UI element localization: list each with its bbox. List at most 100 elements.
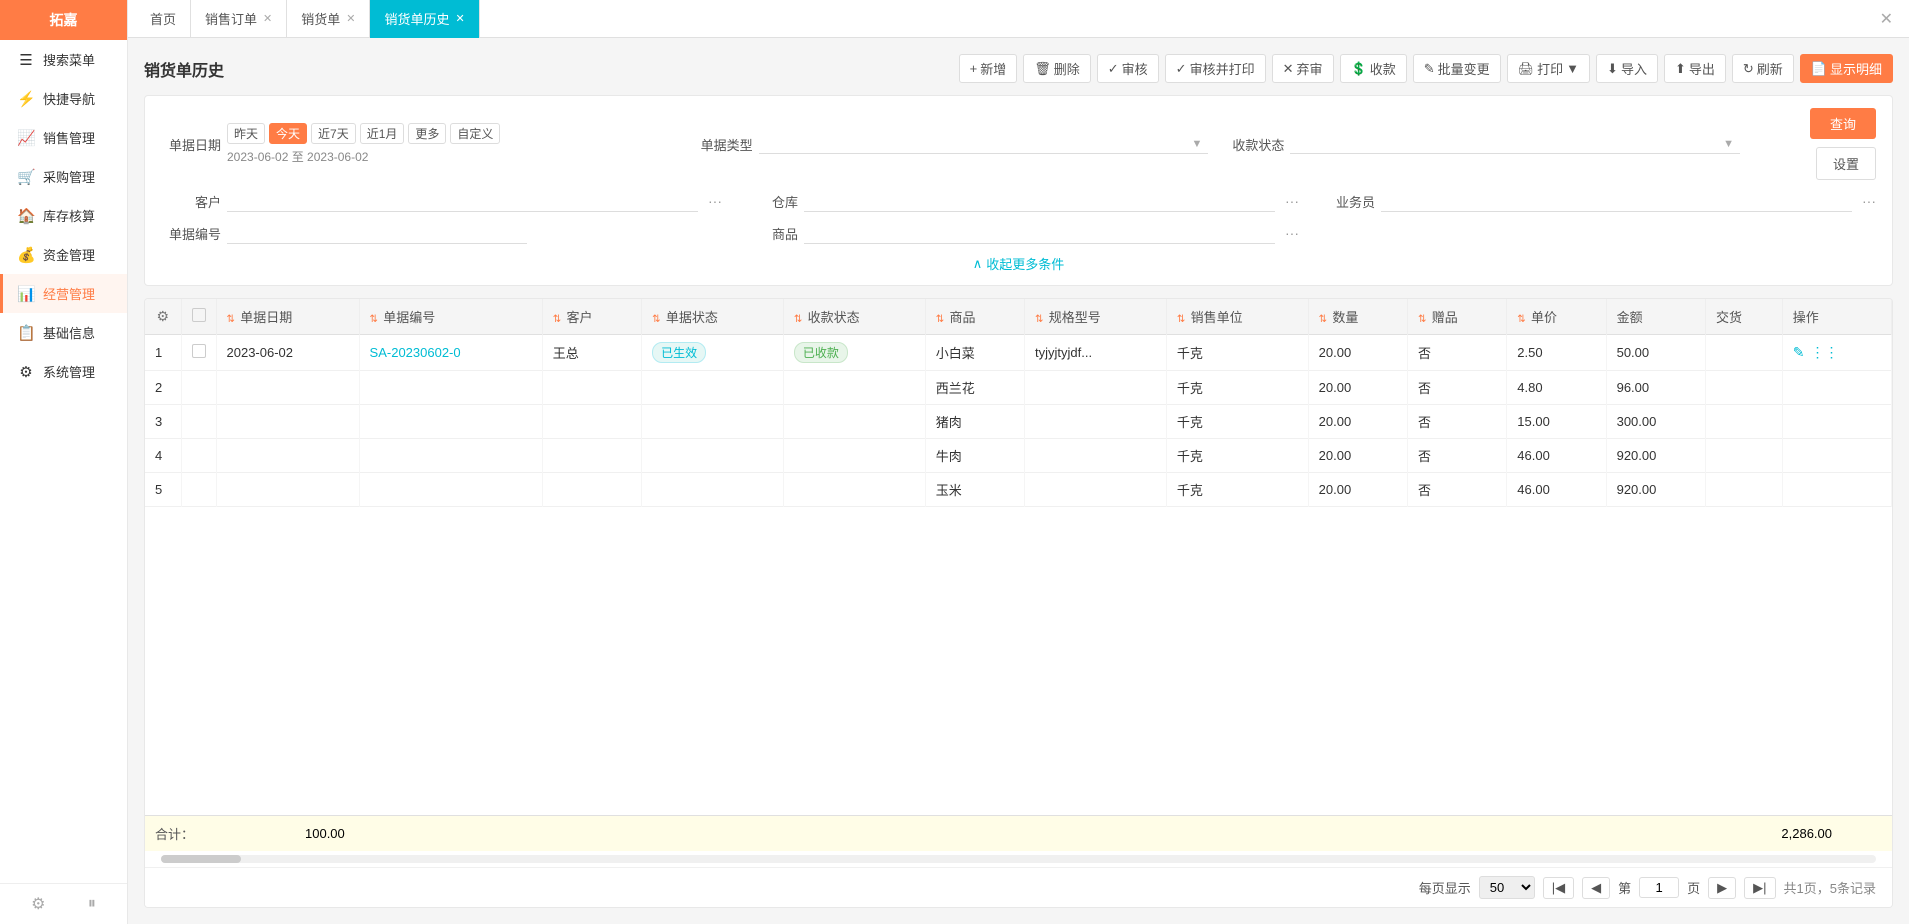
doc-no-input[interactable] xyxy=(227,222,527,244)
show-details-icon: 📄 xyxy=(1811,61,1827,77)
tab-home[interactable]: 首页 xyxy=(136,0,191,38)
salesperson-dots-icon[interactable]: ··· xyxy=(1862,193,1876,209)
export-button[interactable]: ⬆ 导出 xyxy=(1664,54,1726,83)
date-btn-more[interactable]: 更多 xyxy=(408,123,446,144)
customer-input[interactable] xyxy=(227,190,698,212)
sidebar-item-sales-mgmt[interactable]: 📈 销售管理 xyxy=(0,118,127,157)
sidebar-item-purchase-mgmt[interactable]: 🛒 采购管理 xyxy=(0,157,127,196)
select-all-checkbox[interactable] xyxy=(192,308,206,322)
salesperson-input[interactable] xyxy=(1381,190,1852,212)
cell-collect-status xyxy=(783,371,925,405)
delete-button[interactable]: 🗑 删除 xyxy=(1023,54,1091,83)
col-qty: ⇅ 数量 xyxy=(1308,299,1407,335)
sidebar-item-search-menu[interactable]: ☰ 搜索菜单 xyxy=(0,40,127,79)
doc-type-select[interactable]: ▼ xyxy=(759,135,1209,154)
date-btn-today[interactable]: 今天 xyxy=(269,123,307,144)
filter-right-section: 查询 设置 xyxy=(1756,108,1876,180)
date-btn-1month[interactable]: 近1月 xyxy=(360,123,405,144)
tab-home-label: 首页 xyxy=(150,9,176,28)
audit-button[interactable]: ✓ 审核 xyxy=(1097,54,1159,83)
col-doc-status: ⇅ 单据状态 xyxy=(642,299,784,335)
query-button[interactable]: 查询 xyxy=(1810,108,1876,139)
tab-delivery-history-close[interactable]: ✕ xyxy=(456,12,465,25)
sidebar-item-quick-nav[interactable]: ⚡ 快捷导航 xyxy=(0,79,127,118)
more-action-icon[interactable]: ⋮⋮ xyxy=(1811,344,1839,361)
tab-delivery-close[interactable]: ✕ xyxy=(346,12,355,25)
collect-status-select[interactable]: ▼ xyxy=(1290,135,1740,154)
goods-dots-icon[interactable]: ··· xyxy=(1285,225,1299,241)
horizontal-scrollbar[interactable] xyxy=(161,855,1876,863)
sidebar-item-sys-admin[interactable]: ⚙ 系统管理 xyxy=(0,352,127,391)
sidebar-item-operations[interactable]: 📊 经营管理 xyxy=(0,274,127,313)
sidebar-item-basic-info[interactable]: 📋 基础信息 xyxy=(0,313,127,352)
cell-price: 46.00 xyxy=(1507,439,1606,473)
tab-delivery[interactable]: 销货单 ✕ xyxy=(287,0,370,38)
table-settings-icon[interactable]: ⚙ xyxy=(156,308,169,324)
sidebar-collapse-icon[interactable]: ⏸ xyxy=(88,895,96,913)
cell-spec xyxy=(1025,371,1167,405)
sidebar-settings-icon[interactable]: ⚙ xyxy=(31,894,45,914)
cell-gift: 否 xyxy=(1407,371,1506,405)
col-doc-status-label: 单据状态 xyxy=(666,310,718,325)
salesperson-filter-field: 业务员 ··· xyxy=(1315,190,1876,212)
audit-print-button[interactable]: ✓ 审核并打印 xyxy=(1165,54,1266,83)
cell-collect-status xyxy=(783,473,925,507)
goods-input[interactable] xyxy=(804,222,1275,244)
tab-delivery-history[interactable]: 销货单历史 ✕ xyxy=(370,0,479,38)
add-button[interactable]: + 新增 xyxy=(959,54,1018,83)
tab-delivery-label: 销货单 xyxy=(301,9,340,28)
page-first-btn[interactable]: |◀ xyxy=(1543,877,1574,899)
cell-goods: 牛肉 xyxy=(925,439,1024,473)
show-details-button[interactable]: 📄 显示明细 xyxy=(1800,54,1893,83)
date-btn-custom[interactable]: 自定义 xyxy=(450,123,500,144)
warehouse-input[interactable] xyxy=(804,190,1275,212)
col-transaction: 交货 xyxy=(1705,299,1782,335)
cell-qty: 20.00 xyxy=(1308,473,1407,507)
page-prev-btn[interactable]: ◀ xyxy=(1582,877,1610,899)
cell-price: 15.00 xyxy=(1507,405,1606,439)
print-button[interactable]: 🖨 打印 ▼ xyxy=(1507,54,1590,83)
scrollbar-thumb[interactable] xyxy=(161,855,241,863)
tab-bar-close-btn[interactable]: ✕ xyxy=(1872,9,1901,29)
cell-goods: 西兰花 xyxy=(925,371,1024,405)
refresh-button[interactable]: ↻ 刷新 xyxy=(1732,54,1794,83)
edit-action-icon[interactable]: ✎ xyxy=(1793,344,1805,361)
cell-doc-no xyxy=(359,405,542,439)
customer-dots-icon[interactable]: ··· xyxy=(708,193,722,209)
filter-row-2: 客户 ··· 仓库 ··· 业务员 ··· xyxy=(161,190,1876,212)
import-button[interactable]: ⬇ 导入 xyxy=(1596,54,1658,83)
page-next-btn[interactable]: ▶ xyxy=(1708,877,1736,899)
row-checkbox[interactable] xyxy=(192,344,206,358)
import-icon: ⬇ xyxy=(1607,61,1618,77)
cell-unit: 千克 xyxy=(1166,335,1308,371)
tab-sales-order[interactable]: 销售订单 ✕ xyxy=(191,0,287,38)
cell-amount: 50.00 xyxy=(1606,335,1705,371)
sort-unit-icon: ⇅ xyxy=(1177,314,1185,325)
refresh-label: 刷新 xyxy=(1757,59,1783,78)
collapse-filter-btn[interactable]: ∧ 收起更多条件 xyxy=(973,254,1065,273)
abandon-button[interactable]: ✕ 弃审 xyxy=(1272,54,1334,83)
batch-change-button[interactable]: ✎ 批量变更 xyxy=(1413,54,1501,83)
tab-sales-order-close[interactable]: ✕ xyxy=(263,12,272,25)
cell-customer xyxy=(542,405,641,439)
table-footer: 合计： 100.00 2,286.00 xyxy=(145,815,1892,851)
collect-button[interactable]: 💲 收款 xyxy=(1340,54,1407,83)
page-number-input[interactable] xyxy=(1639,877,1679,898)
page-unit: 页 xyxy=(1687,878,1700,897)
col-transaction-label: 交货 xyxy=(1716,310,1742,325)
sidebar-item-inventory[interactable]: 🏠 库存核算 xyxy=(0,196,127,235)
sidebar-item-finance[interactable]: 💰 资金管理 xyxy=(0,235,127,274)
per-page-select[interactable]: 50 100 200 xyxy=(1479,876,1535,899)
warehouse-dots-icon[interactable]: ··· xyxy=(1285,193,1299,209)
cell-no: 3 xyxy=(145,405,181,439)
date-btn-yesterday[interactable]: 昨天 xyxy=(227,123,265,144)
date-btn-7days[interactable]: 近7天 xyxy=(311,123,356,144)
filter-settings-button[interactable]: 设置 xyxy=(1816,147,1876,180)
sort-customer-icon: ⇅ xyxy=(553,314,561,325)
page-last-btn[interactable]: ▶| xyxy=(1744,877,1775,899)
cell-collect-status xyxy=(783,439,925,473)
cell-gift: 否 xyxy=(1407,439,1506,473)
cell-doc-status xyxy=(642,473,784,507)
cell-spec xyxy=(1025,439,1167,473)
collect-status-arrow-icon: ▼ xyxy=(1723,138,1734,150)
